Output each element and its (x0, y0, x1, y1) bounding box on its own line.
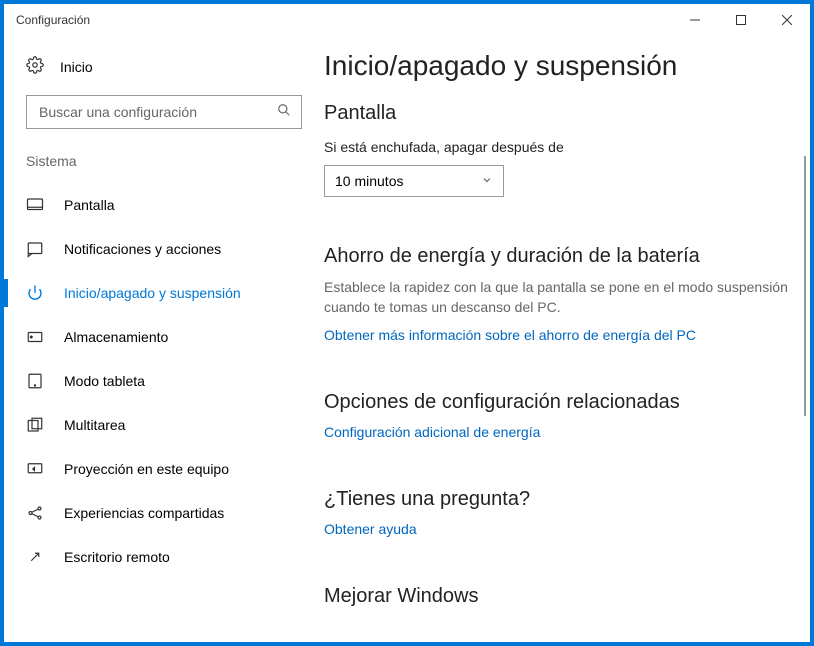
sidebar-item-label: Inicio/apagado y suspensión (64, 285, 241, 301)
battery-description: Establece la rapidez con la que la panta… (324, 278, 792, 317)
search-input[interactable] (39, 104, 277, 120)
sidebar-item-power[interactable]: Inicio/apagado y suspensión (4, 271, 324, 315)
section-battery-heading: Ahorro de energía y duración de la bater… (324, 245, 792, 268)
dropdown-value: 10 minutos (335, 173, 481, 189)
sidebar-item-label: Notificaciones y acciones (64, 241, 221, 257)
section-screen-heading: Pantalla (324, 102, 792, 125)
sidebar-item-remote[interactable]: Escritorio remoto (4, 535, 324, 579)
sidebar-item-notifications[interactable]: Notificaciones y acciones (4, 227, 324, 271)
maximize-button[interactable] (718, 4, 764, 36)
sidebar-item-storage[interactable]: Almacenamiento (4, 315, 324, 359)
power-icon (26, 284, 44, 302)
search-wrap (4, 95, 324, 147)
sidebar-item-multitask[interactable]: Multitarea (4, 403, 324, 447)
sidebar-item-label: Pantalla (64, 197, 115, 213)
sidebar-item-label: Proyección en este equipo (64, 461, 229, 477)
sidebar-item-tablet[interactable]: Modo tableta (4, 359, 324, 403)
minimize-button[interactable] (672, 4, 718, 36)
close-button[interactable] (764, 4, 810, 36)
share-icon (26, 504, 44, 522)
related-power-link[interactable]: Configuración adicional de energía (324, 424, 540, 440)
notification-icon (26, 240, 44, 258)
sidebar-item-display[interactable]: Pantalla (4, 183, 324, 227)
window-body: Inicio Sistema Pantalla Notificaciones y… (4, 36, 810, 642)
titlebar: Configuración (4, 4, 810, 36)
sidebar-item-label: Escritorio remoto (64, 549, 170, 565)
sidebar-item-label: Almacenamiento (64, 329, 168, 345)
window-title: Configuración (16, 13, 672, 27)
home-label: Inicio (60, 59, 93, 75)
remote-icon (26, 548, 44, 566)
sidebar-item-project[interactable]: Proyección en este equipo (4, 447, 324, 491)
gear-icon (26, 56, 44, 77)
section-related-heading: Opciones de configuración relacionadas (324, 391, 792, 414)
search-box[interactable] (26, 95, 302, 129)
screen-timeout-dropdown[interactable]: 10 minutos (324, 165, 504, 197)
chevron-down-icon (481, 173, 493, 189)
sidebar-item-label: Multitarea (64, 417, 125, 433)
sidebar: Inicio Sistema Pantalla Notificaciones y… (4, 36, 324, 642)
battery-more-info-link[interactable]: Obtener más información sobre el ahorro … (324, 327, 696, 343)
tablet-icon (26, 372, 44, 390)
sidebar-group-label: Sistema (4, 147, 324, 183)
main-content: Inicio/apagado y suspensión Pantalla Si … (324, 36, 810, 642)
home-button[interactable]: Inicio (4, 46, 324, 87)
sidebar-item-shared[interactable]: Experiencias compartidas (4, 491, 324, 535)
multitask-icon (26, 416, 44, 434)
storage-icon (26, 328, 44, 346)
screen-plugged-label: Si está enchufada, apagar después de (324, 139, 792, 155)
section-question-heading: ¿Tienes una pregunta? (324, 488, 792, 511)
section-improve-heading: Mejorar Windows (324, 585, 792, 608)
page-title: Inicio/apagado y suspensión (324, 50, 792, 82)
scrollbar[interactable] (804, 156, 806, 416)
search-icon (277, 103, 291, 122)
get-help-link[interactable]: Obtener ayuda (324, 521, 417, 537)
display-icon (26, 196, 44, 214)
settings-window: Configuración Inicio (4, 4, 810, 642)
project-icon (26, 460, 44, 478)
sidebar-item-label: Modo tableta (64, 373, 145, 389)
sidebar-item-label: Experiencias compartidas (64, 505, 224, 521)
